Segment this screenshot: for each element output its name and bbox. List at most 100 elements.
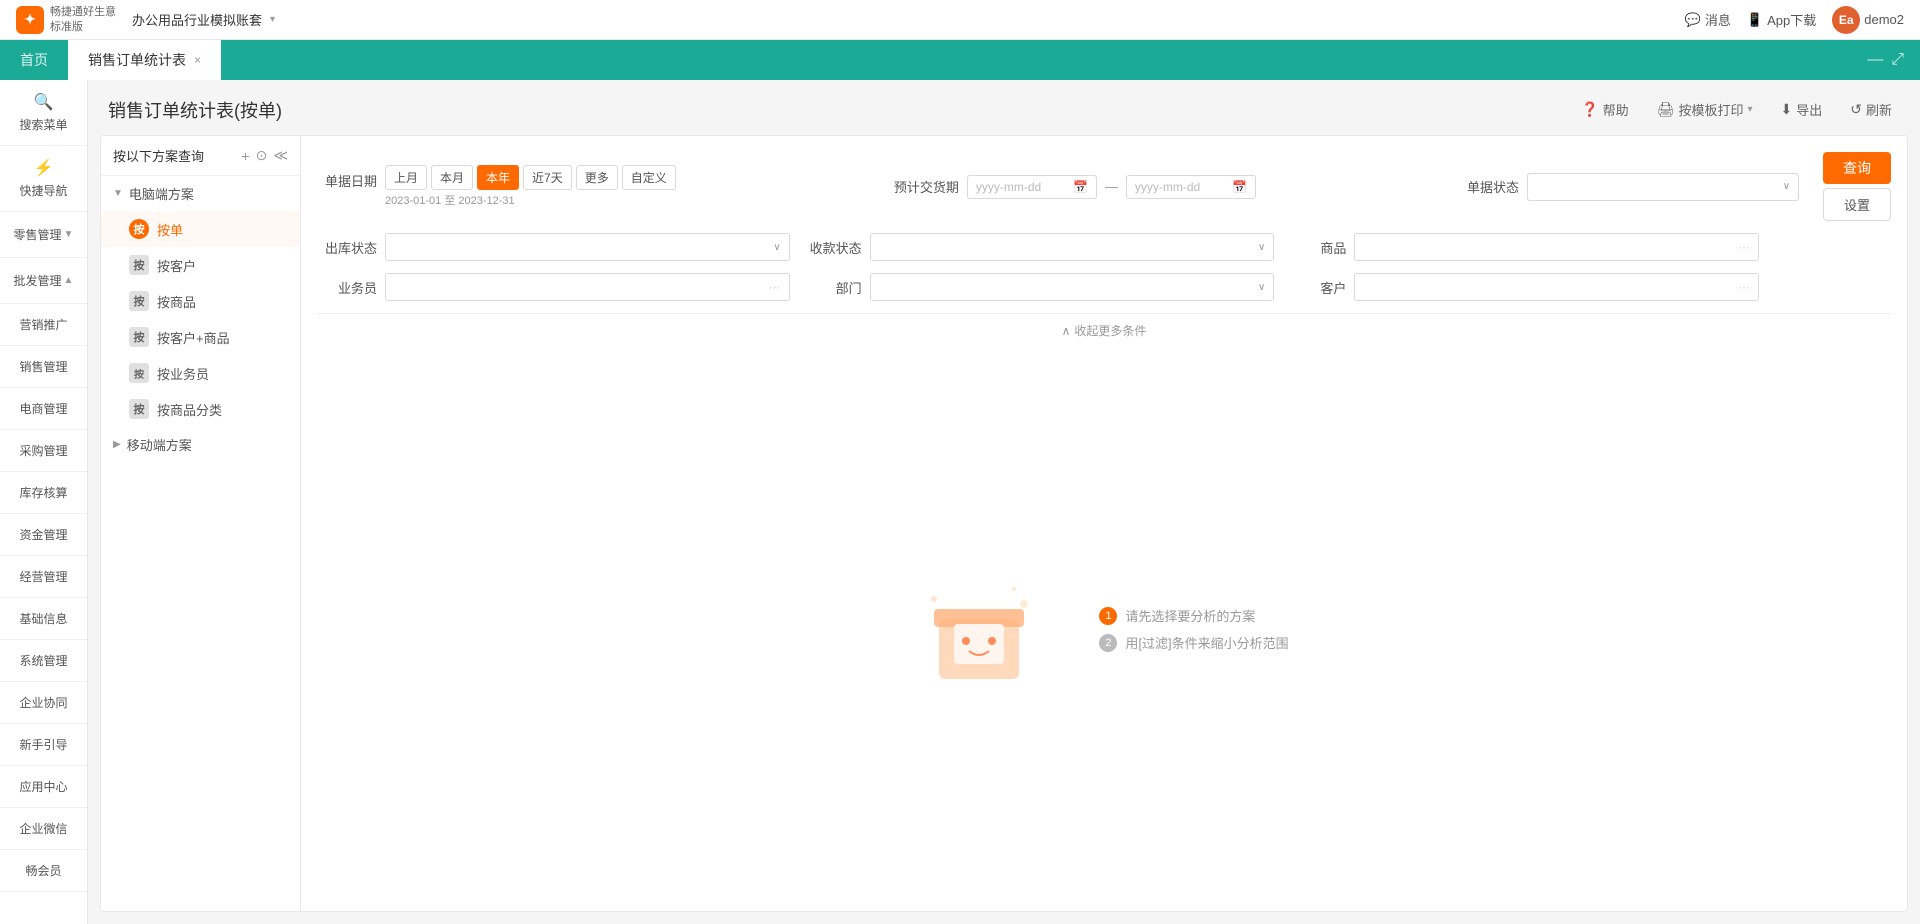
tip2-number: 2	[1099, 634, 1117, 652]
left-panel-header: 按以下方案查询 + ⊙ ≪	[101, 136, 300, 176]
sidebar-item-ecommerce[interactable]: 电商管理	[0, 388, 87, 430]
single-date-label: 单据日期	[317, 171, 377, 190]
print-dropdown-icon: ▾	[1747, 104, 1752, 115]
search-icon: 🔍	[34, 92, 54, 112]
customer-select[interactable]: ···	[1354, 273, 1759, 301]
sidebar-item-retail[interactable]: 零售管理 ▼	[0, 212, 87, 258]
page-header: 销售订单统计表(按单) ❓ 帮助 🖨 按模板打印 ▾ ⬇ 导出 ↺ 刷新	[88, 80, 1920, 135]
customer-more-icon[interactable]: ···	[1738, 280, 1750, 294]
filter-settings-button[interactable]: 设置	[1823, 188, 1891, 221]
logo-icon: ✦	[16, 6, 44, 34]
payment-status-select[interactable]: ∨	[870, 233, 1275, 261]
sidebar-item-search[interactable]: 🔍 搜索菜单	[0, 80, 87, 146]
salesman-label: 业务员	[317, 278, 377, 297]
user-menu[interactable]: Ea demo2	[1832, 6, 1904, 34]
date-separator: —	[1105, 179, 1118, 194]
shortcut-more[interactable]: 更多	[576, 165, 618, 190]
sidebar-item-member[interactable]: 畅会员	[0, 850, 87, 892]
status-dropdown-icon: ∨	[1783, 181, 1790, 192]
goods-label: 商品	[1286, 238, 1346, 257]
tab-bar: 首页 销售订单统计表 × — ⤢	[0, 40, 1920, 80]
logo-text: 畅捷通好生意 标准版	[50, 5, 116, 34]
tab-close-icon[interactable]: ×	[194, 53, 201, 67]
page-title: 销售订单统计表(按单)	[108, 97, 282, 123]
refresh-button[interactable]: ↺ 刷新	[1842, 96, 1900, 123]
wholesale-arrow-icon: ▲	[64, 275, 74, 286]
sidebar-item-newbie[interactable]: 新手引导	[0, 724, 87, 766]
quick-nav-icon: ⚡	[34, 158, 54, 178]
sidebar-item-purchase[interactable]: 采购管理	[0, 430, 87, 472]
add-scheme-button[interactable]: +	[241, 148, 249, 164]
shortcut-custom[interactable]: 自定义	[622, 165, 676, 190]
sidebar-item-wholesale[interactable]: 批发管理 ▲	[0, 258, 87, 304]
tab-bar-right: — ⤢	[1867, 51, 1920, 69]
scheme-settings-button[interactable]: ⊙	[256, 147, 268, 164]
tab-minimize-button[interactable]: —	[1867, 51, 1883, 69]
calendar-end-icon: 📅	[1232, 180, 1247, 194]
scheme-item-by-order[interactable]: 按 按单	[101, 211, 300, 247]
help-icon: ❓	[1581, 101, 1598, 118]
shortcut-this-year[interactable]: 本年	[477, 165, 519, 190]
sidebar-item-system[interactable]: 系统管理	[0, 640, 87, 682]
tab-sales-order-stats[interactable]: 销售订单统计表 ×	[68, 40, 221, 80]
scheme-group-pc-header[interactable]: ▼ 电脑端方案	[101, 176, 300, 211]
collapse-panel-button[interactable]: ≪	[273, 147, 288, 164]
sidebar-item-quick-nav[interactable]: ⚡ 快捷导航	[0, 146, 87, 212]
shortcut-last-7days[interactable]: 近7天	[523, 165, 572, 190]
shortcut-last-month[interactable]: 上月	[385, 165, 427, 190]
sidebar-item-inventory[interactable]: 库存核算	[0, 472, 87, 514]
filter-row-2: 出库状态 ∨ 收款状态 ∨	[317, 233, 1891, 261]
goods-more-icon[interactable]: ···	[1738, 240, 1750, 254]
sidebar-item-marketing[interactable]: 营销推广	[0, 304, 87, 346]
export-button[interactable]: ⬇ 导出	[1773, 96, 1831, 123]
filter-row-1: 单据日期 上月 本月 本年 近7天 更多 自定义 20	[317, 152, 1891, 221]
template-print-button[interactable]: 🖨 按模板打印 ▾	[1649, 96, 1761, 123]
filter-area: 单据日期 上月 本月 本年 近7天 更多 自定义 20	[301, 136, 1907, 347]
scheme-item-by-cust-prod[interactable]: 按 按客户+商品	[101, 319, 300, 355]
scheme-group-mobile-header[interactable]: ▶ 移动端方案	[101, 427, 300, 462]
collapse-filters-button[interactable]: ∧ 收起更多条件	[317, 313, 1891, 347]
tab-home[interactable]: 首页	[0, 40, 68, 80]
expected-date-start-input[interactable]: yyyy-mm-dd 📅	[967, 175, 1097, 199]
app-download-button[interactable]: 📱 App下载	[1747, 10, 1816, 29]
sidebar: 🔍 搜索菜单 ⚡ 快捷导航 零售管理 ▼ 批发管理 ▲ 营销推广 销售管理 电商…	[0, 80, 88, 924]
scheme-item-by-salesman[interactable]: 按 按业务员	[101, 355, 300, 391]
top-bar-right: 💬 消息 📱 App下载 Ea demo2	[1685, 6, 1904, 34]
scheme-item-by-category[interactable]: 按 按商品分类	[101, 391, 300, 427]
salesman-select[interactable]: ···	[385, 273, 790, 301]
filter-row-3: 业务员 ··· 部门 ∨	[317, 273, 1891, 301]
goods-select[interactable]: ···	[1354, 233, 1759, 261]
expected-date-label: 预计交货期	[879, 177, 959, 196]
sidebar-item-basic[interactable]: 基础信息	[0, 598, 87, 640]
sidebar-item-apps[interactable]: 应用中心	[0, 766, 87, 808]
tab-maximize-button[interactable]: ⤢	[1891, 51, 1904, 69]
sidebar-item-finance[interactable]: 资金管理	[0, 514, 87, 556]
help-button[interactable]: ❓ 帮助	[1573, 96, 1636, 123]
avatar: Ea	[1832, 6, 1860, 34]
expected-date-end-input[interactable]: yyyy-mm-dd 📅	[1126, 175, 1256, 199]
query-button[interactable]: 查询	[1823, 152, 1891, 184]
payment-dropdown-icon: ∨	[1258, 242, 1265, 253]
sidebar-item-operations[interactable]: 经营管理	[0, 556, 87, 598]
delivery-status-select[interactable]: ∨	[385, 233, 790, 261]
sidebar-item-sales[interactable]: 销售管理	[0, 346, 87, 388]
salesman-more-icon[interactable]: ···	[769, 280, 781, 294]
empty-content: 1 请先选择要分析的方案 2 用[过滤]条件来缩小分析范围	[919, 569, 1288, 689]
department-dropdown-icon: ∨	[1258, 282, 1265, 293]
department-select[interactable]: ∨	[870, 273, 1275, 301]
message-button[interactable]: 💬 消息	[1685, 10, 1731, 29]
left-panel: 按以下方案查询 + ⊙ ≪ ▼ 电脑端方案 按 按单	[101, 136, 301, 911]
scheme-item-by-product[interactable]: 按 按商品	[101, 283, 300, 319]
sidebar-item-wechat[interactable]: 企业微信	[0, 808, 87, 850]
sidebar-item-corp[interactable]: 企业协同	[0, 682, 87, 724]
scheme-item-by-customer[interactable]: 按 按客户	[101, 247, 300, 283]
shortcut-this-month[interactable]: 本月	[431, 165, 473, 190]
by-category-icon: 按	[129, 399, 149, 419]
by-product-icon: 按	[129, 291, 149, 311]
app-dropdown-icon[interactable]: ▾	[270, 14, 275, 25]
left-panel-actions: + ⊙ ≪	[241, 147, 288, 164]
status-select[interactable]: ∨	[1527, 173, 1799, 201]
empty-tip-2: 2 用[过滤]条件来缩小分析范围	[1099, 633, 1288, 652]
pc-group-arrow-icon: ▼	[113, 188, 123, 199]
left-panel-title: 按以下方案查询	[113, 146, 204, 165]
